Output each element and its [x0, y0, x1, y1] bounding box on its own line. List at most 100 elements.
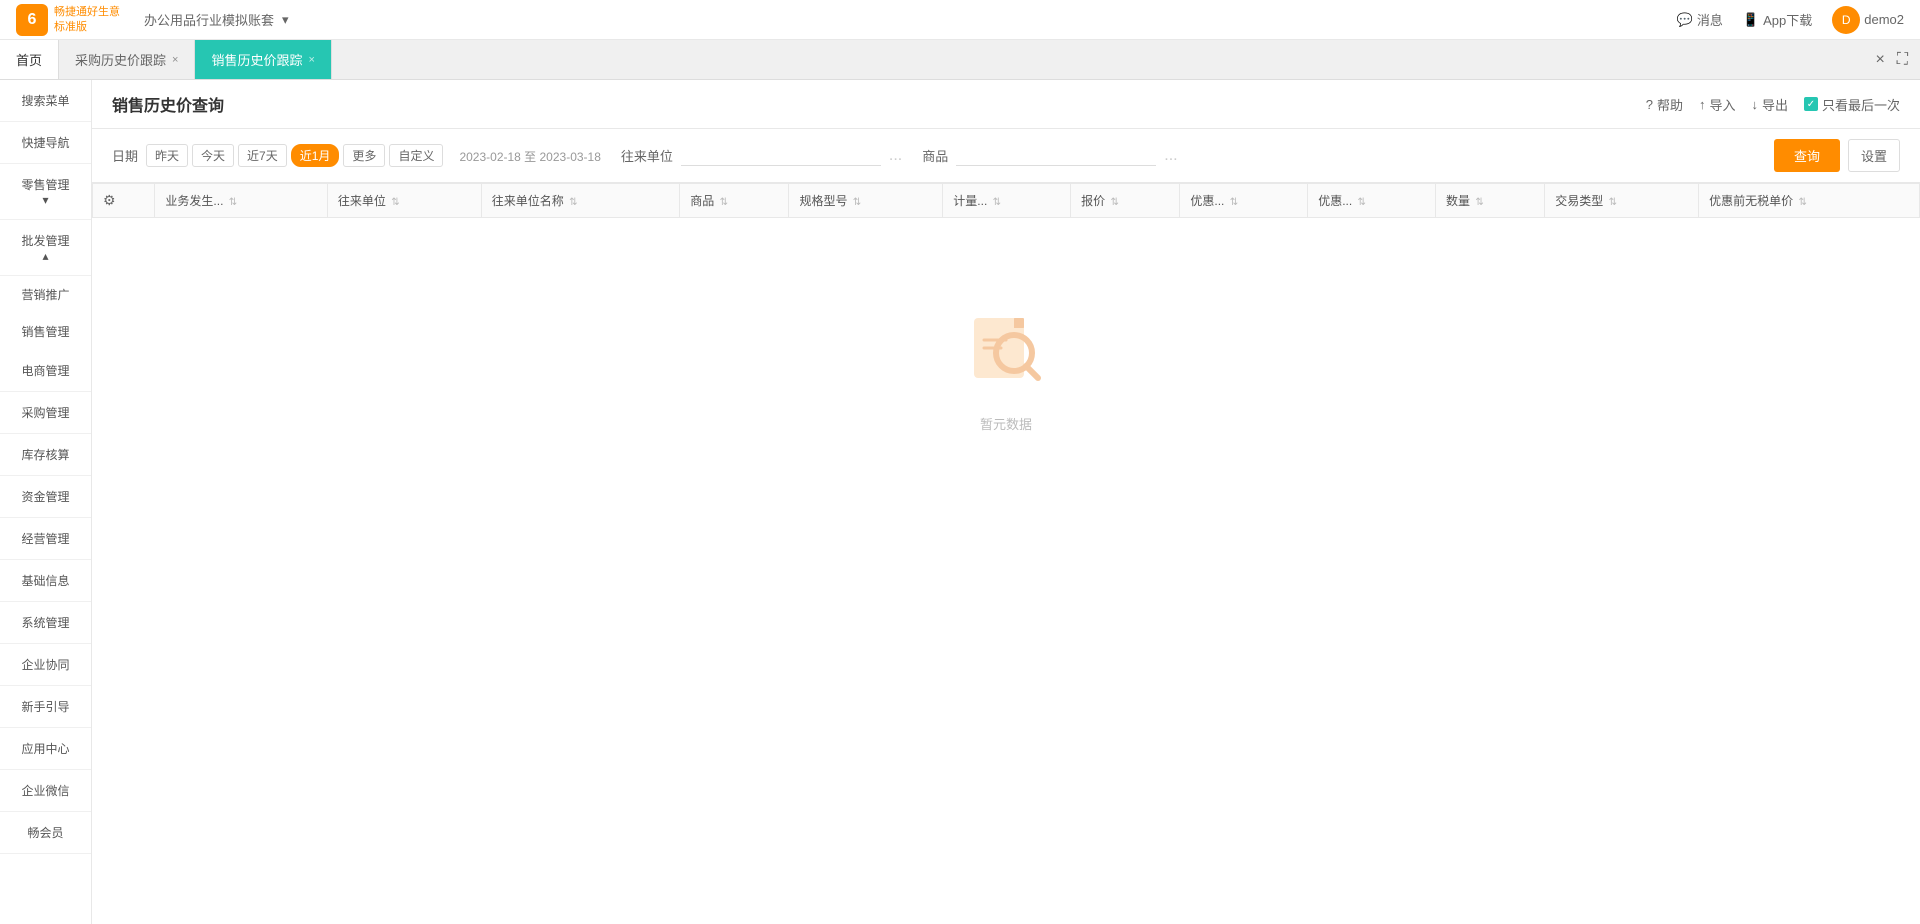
- sidebar-item-operations[interactable]: 经营管理: [0, 518, 91, 560]
- data-table: ⚙ 业务发生... ⇅ 往来单位 ⇅ 往来单位名称 ⇅: [92, 183, 1920, 218]
- sort-icon-biz-date: ⇅: [229, 197, 237, 208]
- import-icon: ↑: [1699, 97, 1706, 112]
- date-btn-more[interactable]: 更多: [343, 144, 385, 167]
- filter-actions: 查询 设置: [1774, 139, 1900, 172]
- sidebar-item-retail[interactable]: 零售管理 ▾: [0, 164, 91, 220]
- top-bar: 6 畅捷通好生意 标准版 办公用品行业模拟账套 ▾ 💬 消息 📱 App下载 D…: [0, 0, 1920, 40]
- sidebar: 搜索菜单 快捷导航 零售管理 ▾ 批发管理 ▴ 营销推广 销售管理 电商管理 采…: [0, 80, 92, 924]
- col-discount1[interactable]: 优惠... ⇅: [1180, 184, 1308, 218]
- col-spec[interactable]: 规格型号 ⇅: [789, 184, 943, 218]
- help-button[interactable]: ? 帮助: [1646, 95, 1683, 114]
- col-pre-discount-price[interactable]: 优惠前无税单价 ⇅: [1699, 184, 1920, 218]
- product-dots-icon[interactable]: ...: [1164, 147, 1177, 165]
- sidebar-item-basic-info[interactable]: 基础信息: [0, 560, 91, 602]
- sidebar-item-marketing[interactable]: 营销推广: [0, 276, 91, 313]
- content-area: 销售历史价查询 ? 帮助 ↑ 导入 ↓ 导出 ✓ 只看最后一次: [92, 80, 1920, 924]
- col-partner-code[interactable]: 往来单位 ⇅: [327, 184, 481, 218]
- date-btn-custom[interactable]: 自定义: [389, 144, 443, 167]
- sidebar-item-finance[interactable]: 资金管理: [0, 476, 91, 518]
- sidebar-item-inventory[interactable]: 库存核算: [0, 434, 91, 476]
- sort-icon-product: ⇅: [720, 197, 728, 208]
- sort-icon-trade-type: ⇅: [1609, 197, 1617, 208]
- tab-sales-history[interactable]: 销售历史价跟踪 ×: [195, 40, 331, 79]
- col-quoted-price[interactable]: 报价 ⇅: [1071, 184, 1180, 218]
- empty-illustration: [956, 298, 1056, 398]
- sidebar-item-quick-nav[interactable]: 快捷导航: [0, 122, 91, 164]
- product-input[interactable]: [956, 146, 1156, 166]
- checkbox-checked-icon: ✓: [1804, 97, 1818, 111]
- sidebar-item-sales-mgmt[interactable]: 销售管理: [0, 313, 91, 350]
- col-settings[interactable]: ⚙: [93, 184, 155, 218]
- sidebar-item-purchase[interactable]: 采购管理: [0, 392, 91, 434]
- sort-icon-discount2: ⇅: [1358, 197, 1366, 208]
- sidebar-item-wechat[interactable]: 企业微信: [0, 770, 91, 812]
- page-header: 销售历史价查询 ? 帮助 ↑ 导入 ↓ 导出 ✓ 只看最后一次: [92, 80, 1920, 129]
- product-label: 商品: [922, 146, 948, 165]
- tab-purchase-history[interactable]: 采购历史价跟踪 ×: [59, 40, 195, 79]
- col-biz-date[interactable]: 业务发生... ⇅: [155, 184, 327, 218]
- col-trade-type[interactable]: 交易类型 ⇅: [1545, 184, 1699, 218]
- app-download-button[interactable]: 📱 App下载: [1743, 10, 1812, 29]
- close-all-tabs-icon[interactable]: ×: [1875, 51, 1884, 69]
- col-unit[interactable]: 计量... ⇅: [943, 184, 1071, 218]
- date-btn-last1m[interactable]: 近1月: [291, 144, 340, 167]
- top-bar-left: 6 畅捷通好生意 标准版 办公用品行业模拟账套 ▾: [16, 4, 289, 36]
- column-settings-icon[interactable]: ⚙: [103, 192, 116, 208]
- fullscreen-icon[interactable]: ⛶: [1897, 51, 1908, 69]
- export-button[interactable]: ↓ 导出: [1751, 95, 1788, 114]
- sidebar-item-guide[interactable]: 新手引导: [0, 686, 91, 728]
- sort-icon-discount1: ⇅: [1230, 197, 1238, 208]
- sort-icon-spec: ⇅: [853, 197, 861, 208]
- export-icon: ↓: [1751, 97, 1758, 112]
- sidebar-item-ecommerce[interactable]: 电商管理: [0, 350, 91, 392]
- mobile-icon: 📱: [1743, 12, 1759, 28]
- partner-input[interactable]: [681, 146, 881, 166]
- query-button[interactable]: 查询: [1774, 139, 1840, 172]
- user-menu[interactable]: D demo2: [1832, 6, 1904, 34]
- top-bar-title: 办公用品行业模拟账套: [144, 10, 274, 29]
- import-button[interactable]: ↑ 导入: [1699, 95, 1736, 114]
- settings-button[interactable]: 设置: [1848, 139, 1900, 172]
- table-header-row: ⚙ 业务发生... ⇅ 往来单位 ⇅ 往来单位名称 ⇅: [93, 184, 1920, 218]
- col-quantity[interactable]: 数量 ⇅: [1436, 184, 1545, 218]
- tab-close-sales[interactable]: ×: [308, 54, 314, 66]
- table-container: ⚙ 业务发生... ⇅ 往来单位 ⇅ 往来单位名称 ⇅: [92, 183, 1920, 924]
- sort-icon-quantity: ⇅: [1475, 197, 1483, 208]
- sort-icon-quoted-price: ⇅: [1110, 197, 1118, 208]
- sort-icon-unit: ⇅: [993, 197, 1001, 208]
- dropdown-icon[interactable]: ▾: [282, 12, 289, 28]
- message-icon: 💬: [1677, 12, 1693, 28]
- sidebar-item-wholesale[interactable]: 批发管理 ▴: [0, 220, 91, 276]
- sidebar-item-search[interactable]: 搜索菜单: [0, 80, 91, 122]
- col-discount2[interactable]: 优惠... ⇅: [1308, 184, 1436, 218]
- partner-dots-icon[interactable]: ...: [889, 147, 902, 165]
- date-btn-today[interactable]: 今天: [192, 144, 234, 167]
- page-title: 销售历史价查询: [112, 92, 224, 116]
- product-input-wrapper: [956, 146, 1156, 166]
- table-header: ⚙ 业务发生... ⇅ 往来单位 ⇅ 往来单位名称 ⇅: [93, 184, 1920, 218]
- empty-state: 暂元数据: [92, 218, 1920, 513]
- sidebar-item-enterprise[interactable]: 企业协同: [0, 644, 91, 686]
- chevron-up-icon: ▴: [42, 249, 48, 263]
- only-last-checkbox-label[interactable]: ✓ 只看最后一次: [1804, 95, 1900, 114]
- date-label: 日期: [112, 146, 138, 165]
- col-product[interactable]: 商品 ⇅: [680, 184, 789, 218]
- help-icon: ?: [1646, 97, 1653, 112]
- sidebar-item-system[interactable]: 系统管理: [0, 602, 91, 644]
- main-layout: 搜索菜单 快捷导航 零售管理 ▾ 批发管理 ▴ 营销推广 销售管理 电商管理 采…: [0, 80, 1920, 924]
- sort-icon-partner-code: ⇅: [391, 197, 399, 208]
- sort-icon-partner-name: ⇅: [569, 197, 577, 208]
- message-button[interactable]: 💬 消息: [1677, 10, 1723, 29]
- tab-home[interactable]: 首页: [0, 40, 59, 79]
- date-btn-yesterday[interactable]: 昨天: [146, 144, 188, 167]
- sidebar-item-member[interactable]: 畅会员: [0, 812, 91, 854]
- sidebar-item-app-center[interactable]: 应用中心: [0, 728, 91, 770]
- tab-bar: 首页 采购历史价跟踪 × 销售历史价跟踪 × × ⛶: [0, 40, 1920, 80]
- logo-area: 6 畅捷通好生意 标准版: [16, 4, 120, 36]
- tab-close-purchase[interactable]: ×: [172, 54, 178, 66]
- page-header-actions: ? 帮助 ↑ 导入 ↓ 导出 ✓ 只看最后一次: [1646, 95, 1900, 114]
- col-partner-name[interactable]: 往来单位名称 ⇅: [481, 184, 679, 218]
- date-buttons: 昨天 今天 近7天 近1月 更多 自定义: [146, 144, 443, 167]
- date-btn-last7[interactable]: 近7天: [238, 144, 287, 167]
- chevron-down-icon: ▾: [42, 193, 48, 207]
